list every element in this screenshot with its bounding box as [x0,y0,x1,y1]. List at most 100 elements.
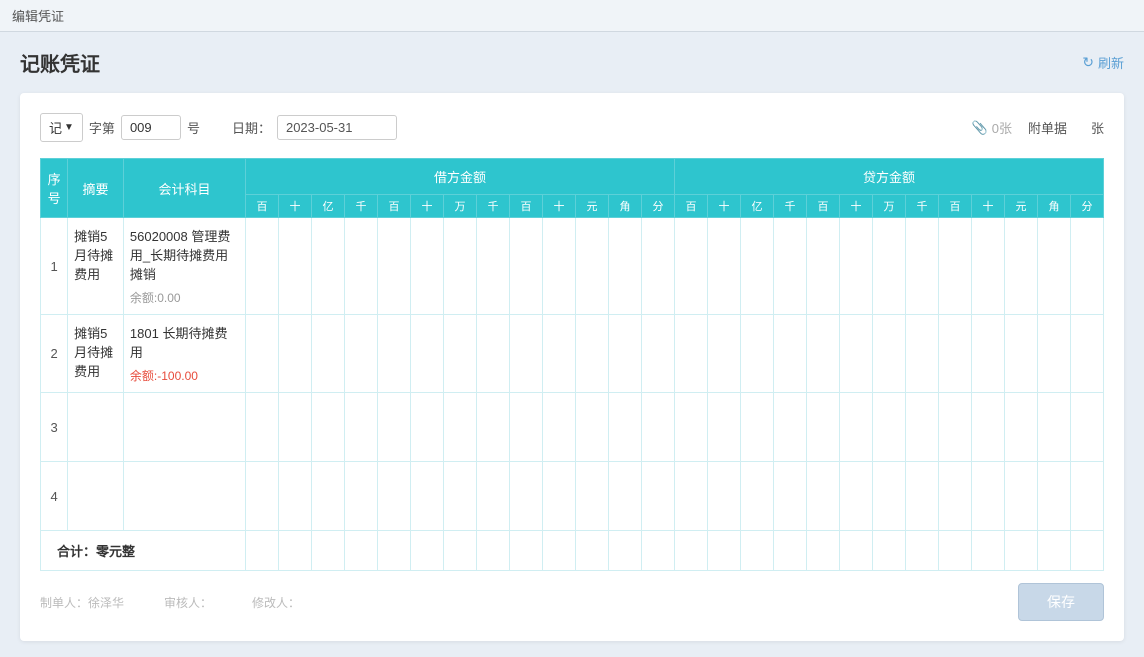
credit-digit-2-12[interactable] [1070,393,1103,462]
credit-digit-2-3[interactable] [773,393,806,462]
credit-digit-3-12[interactable] [1070,462,1103,531]
row-summary-1[interactable]: 摊销5月待摊费用 [68,315,124,393]
debit-digit-0-6[interactable] [443,218,476,315]
debit-digit-2-2[interactable] [311,393,344,462]
credit-digit-2-4[interactable] [806,393,839,462]
debit-digit-2-4[interactable] [377,393,410,462]
debit-digit-1-3[interactable] [344,315,377,393]
refresh-button[interactable]: ↻ 刷新 [1082,53,1124,72]
debit-digit-0-5[interactable] [410,218,443,315]
credit-digit-3-7[interactable] [905,462,938,531]
attach-single-label[interactable]: 附单据 [1028,118,1067,137]
credit-digit-1-6[interactable] [872,315,905,393]
credit-digit-0-2[interactable] [740,218,773,315]
debit-digit-1-5[interactable] [410,315,443,393]
debit-digit-2-1[interactable] [278,393,311,462]
row-account-3[interactable] [123,462,245,531]
credit-digit-0-8[interactable] [938,218,971,315]
date-input[interactable] [277,115,397,140]
debit-digit-3-3[interactable] [344,462,377,531]
row-account-2[interactable] [123,393,245,462]
credit-digit-0-4[interactable] [806,218,839,315]
debit-digit-0-8[interactable] [509,218,542,315]
debit-digit-0-7[interactable] [476,218,509,315]
debit-digit-2-7[interactable] [476,393,509,462]
debit-digit-2-5[interactable] [410,393,443,462]
credit-digit-1-8[interactable] [938,315,971,393]
credit-digit-0-3[interactable] [773,218,806,315]
credit-digit-3-2[interactable] [740,462,773,531]
debit-digit-1-8[interactable] [509,315,542,393]
debit-digit-3-8[interactable] [509,462,542,531]
debit-digit-2-9[interactable] [542,393,575,462]
debit-digit-2-8[interactable] [509,393,542,462]
row-summary-0[interactable]: 摊销5月待摊费用 [68,218,124,315]
credit-digit-2-11[interactable] [1037,393,1070,462]
debit-digit-3-5[interactable] [410,462,443,531]
credit-digit-2-1[interactable] [707,393,740,462]
debit-digit-0-0[interactable] [245,218,278,315]
credit-digit-1-11[interactable] [1037,315,1070,393]
debit-digit-0-9[interactable] [542,218,575,315]
debit-digit-1-4[interactable] [377,315,410,393]
credit-digit-3-0[interactable] [674,462,707,531]
credit-digit-3-9[interactable] [971,462,1004,531]
credit-digit-3-4[interactable] [806,462,839,531]
debit-digit-3-12[interactable] [641,462,674,531]
save-button[interactable]: 保存 [1018,583,1104,621]
debit-digit-1-1[interactable] [278,315,311,393]
debit-digit-3-4[interactable] [377,462,410,531]
credit-digit-3-11[interactable] [1037,462,1070,531]
debit-digit-2-0[interactable] [245,393,278,462]
debit-digit-1-9[interactable] [542,315,575,393]
credit-digit-3-1[interactable] [707,462,740,531]
credit-digit-0-1[interactable] [707,218,740,315]
credit-digit-1-7[interactable] [905,315,938,393]
debit-digit-0-4[interactable] [377,218,410,315]
row-account-0[interactable]: 56020008 管理费用_长期待摊费用摊销余额:0.00 [123,218,245,315]
debit-digit-1-7[interactable] [476,315,509,393]
debit-digit-0-3[interactable] [344,218,377,315]
credit-digit-1-10[interactable] [1004,315,1037,393]
credit-digit-3-8[interactable] [938,462,971,531]
credit-digit-1-5[interactable] [839,315,872,393]
debit-digit-2-11[interactable] [608,393,641,462]
debit-digit-3-6[interactable] [443,462,476,531]
debit-digit-2-12[interactable] [641,393,674,462]
row-account-1[interactable]: 1801 长期待摊费用余额:-100.00 [123,315,245,393]
credit-digit-3-5[interactable] [839,462,872,531]
credit-digit-2-7[interactable] [905,393,938,462]
row-summary-2[interactable] [68,393,124,462]
debit-digit-3-7[interactable] [476,462,509,531]
debit-digit-1-12[interactable] [641,315,674,393]
credit-digit-2-6[interactable] [872,393,905,462]
credit-digit-0-11[interactable] [1037,218,1070,315]
debit-digit-3-10[interactable] [575,462,608,531]
debit-digit-1-6[interactable] [443,315,476,393]
credit-digit-3-10[interactable] [1004,462,1037,531]
credit-digit-0-6[interactable] [872,218,905,315]
row-summary-3[interactable] [68,462,124,531]
credit-digit-2-10[interactable] [1004,393,1037,462]
credit-digit-1-1[interactable] [707,315,740,393]
credit-digit-0-0[interactable] [674,218,707,315]
debit-digit-0-12[interactable] [641,218,674,315]
debit-digit-0-1[interactable] [278,218,311,315]
type-dropdown[interactable]: 记 ▼ [40,113,83,142]
debit-digit-3-0[interactable] [245,462,278,531]
debit-digit-3-2[interactable] [311,462,344,531]
credit-digit-0-9[interactable] [971,218,1004,315]
debit-digit-0-10[interactable] [575,218,608,315]
debit-digit-3-1[interactable] [278,462,311,531]
debit-digit-1-10[interactable] [575,315,608,393]
debit-digit-1-0[interactable] [245,315,278,393]
credit-digit-3-3[interactable] [773,462,806,531]
credit-digit-1-0[interactable] [674,315,707,393]
debit-digit-2-6[interactable] [443,393,476,462]
credit-digit-1-3[interactable] [773,315,806,393]
credit-digit-0-12[interactable] [1070,218,1103,315]
credit-digit-1-4[interactable] [806,315,839,393]
credit-digit-2-9[interactable] [971,393,1004,462]
credit-digit-2-0[interactable] [674,393,707,462]
zi-number-input[interactable] [121,115,181,140]
